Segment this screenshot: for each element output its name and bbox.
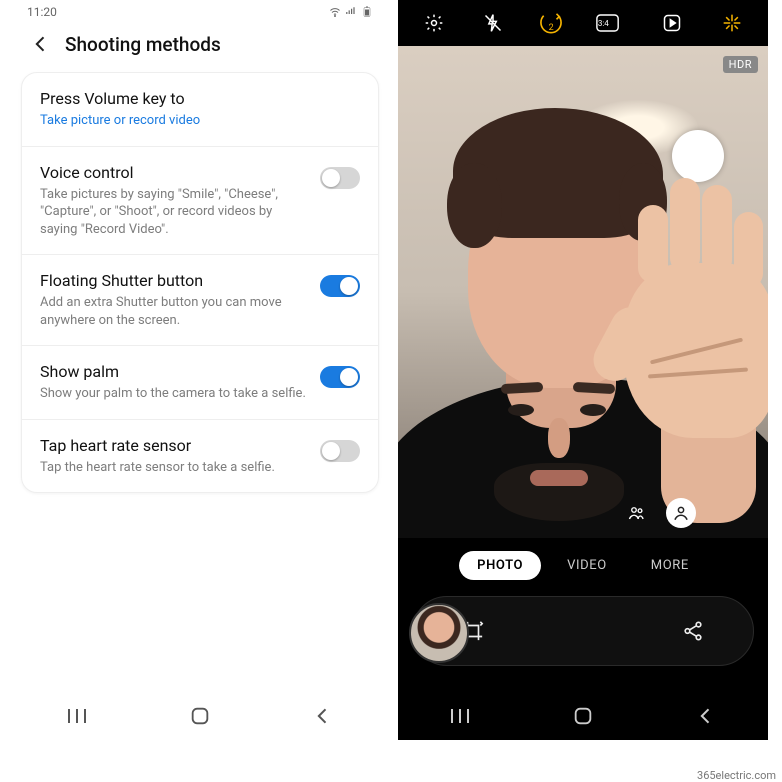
back-button[interactable] [29,32,53,56]
sparkle-icon [722,13,742,33]
hdr-badge: HDR [723,56,758,73]
mode-more[interactable]: MORE [633,551,707,580]
mode-video[interactable]: VIDEO [549,551,625,580]
group-selfie-button[interactable] [622,498,652,528]
setting-title: Press Volume key to [40,89,360,108]
settings-header: Shooting methods [15,22,385,72]
camera-viewfinder[interactable]: HDR [398,46,768,538]
back-icon [313,706,333,726]
timer-label: 2 [549,23,554,33]
home-icon [189,705,211,727]
chevron-left-icon [31,34,51,54]
nav-back[interactable] [676,704,736,728]
back-icon [696,706,716,726]
camera-top-toolbar: 2 3:4 [398,0,768,46]
home-icon [572,705,594,727]
nav-recents[interactable] [47,704,107,728]
nav-recents[interactable] [430,704,490,728]
android-navbar [15,692,385,740]
setting-show-palm[interactable]: Show palm Show your palm to the camera t… [22,346,378,420]
people-icon [628,504,646,522]
nav-home[interactable] [553,704,613,728]
camera-settings-button[interactable] [417,6,451,40]
setting-voice-control[interactable]: Voice control Take pictures by saying "S… [22,147,378,256]
setting-desc: Tap the heart rate sensor to take a self… [40,459,310,477]
show-palm-toggle[interactable] [320,366,360,388]
setting-press-volume-key[interactable]: Press Volume key to Take picture or reco… [22,73,378,147]
setting-title: Tap heart rate sensor [40,436,310,455]
setting-desc: Add an extra Shutter button you can move… [40,294,310,329]
effects-button[interactable] [715,6,749,40]
setting-title: Floating Shutter button [40,271,310,290]
single-selfie-button[interactable] [666,498,696,528]
share-icon [682,620,704,642]
recents-icon [65,707,89,725]
flash-off-icon [483,13,503,33]
setting-heart-rate[interactable]: Tap heart rate sensor Tap the heart rate… [22,420,378,493]
heart-rate-toggle[interactable] [320,440,360,462]
setting-floating-shutter[interactable]: Floating Shutter button Add an extra Shu… [22,255,378,346]
camera-screen: 2 3:4 HDR [398,0,768,740]
status-time: 11:20 [27,5,57,19]
person-icon [672,504,690,522]
mode-photo[interactable]: PHOTO [459,551,541,580]
gear-icon [424,13,444,33]
setting-desc: Take pictures by saying "Smile", "Cheese… [40,186,310,239]
gallery-thumbnail[interactable] [409,603,469,663]
signal-icon [345,6,357,18]
share-button[interactable] [673,611,713,651]
setting-title: Show palm [40,362,310,381]
timer-button[interactable]: 2 [536,6,570,40]
ratio-label: 3:4 [598,19,609,28]
floating-shutter-toggle[interactable] [320,275,360,297]
camera-action-bar [412,596,754,666]
settings-list: Press Volume key to Take picture or reco… [21,72,379,493]
source-watermark: 365electric.com [697,769,776,782]
nav-home[interactable] [170,704,230,728]
raised-palm [599,203,768,493]
battery-icon [361,6,373,18]
setting-value: Take picture or record video [40,112,360,130]
android-navbar [398,692,768,740]
status-icons [329,6,373,18]
aspect-ratio-button[interactable]: 3:4 [596,6,630,40]
camera-mode-row: PHOTO VIDEO MORE [398,538,768,592]
setting-desc: Show your palm to the camera to take a s… [40,385,310,403]
settings-screen: 11:20 Shooting methods Press Volume key … [15,0,385,740]
page-title: Shooting methods [65,33,221,56]
motion-photo-button[interactable] [655,6,689,40]
selfie-subject [398,118,768,538]
setting-title: Voice control [40,163,310,182]
voice-control-toggle[interactable] [320,167,360,189]
motion-photo-icon [662,13,682,33]
viewfinder-filter-row [622,498,696,528]
nav-back[interactable] [293,704,353,728]
recents-icon [448,707,472,725]
wifi-icon [329,6,341,18]
flash-button[interactable] [476,6,510,40]
status-bar: 11:20 [15,0,385,22]
